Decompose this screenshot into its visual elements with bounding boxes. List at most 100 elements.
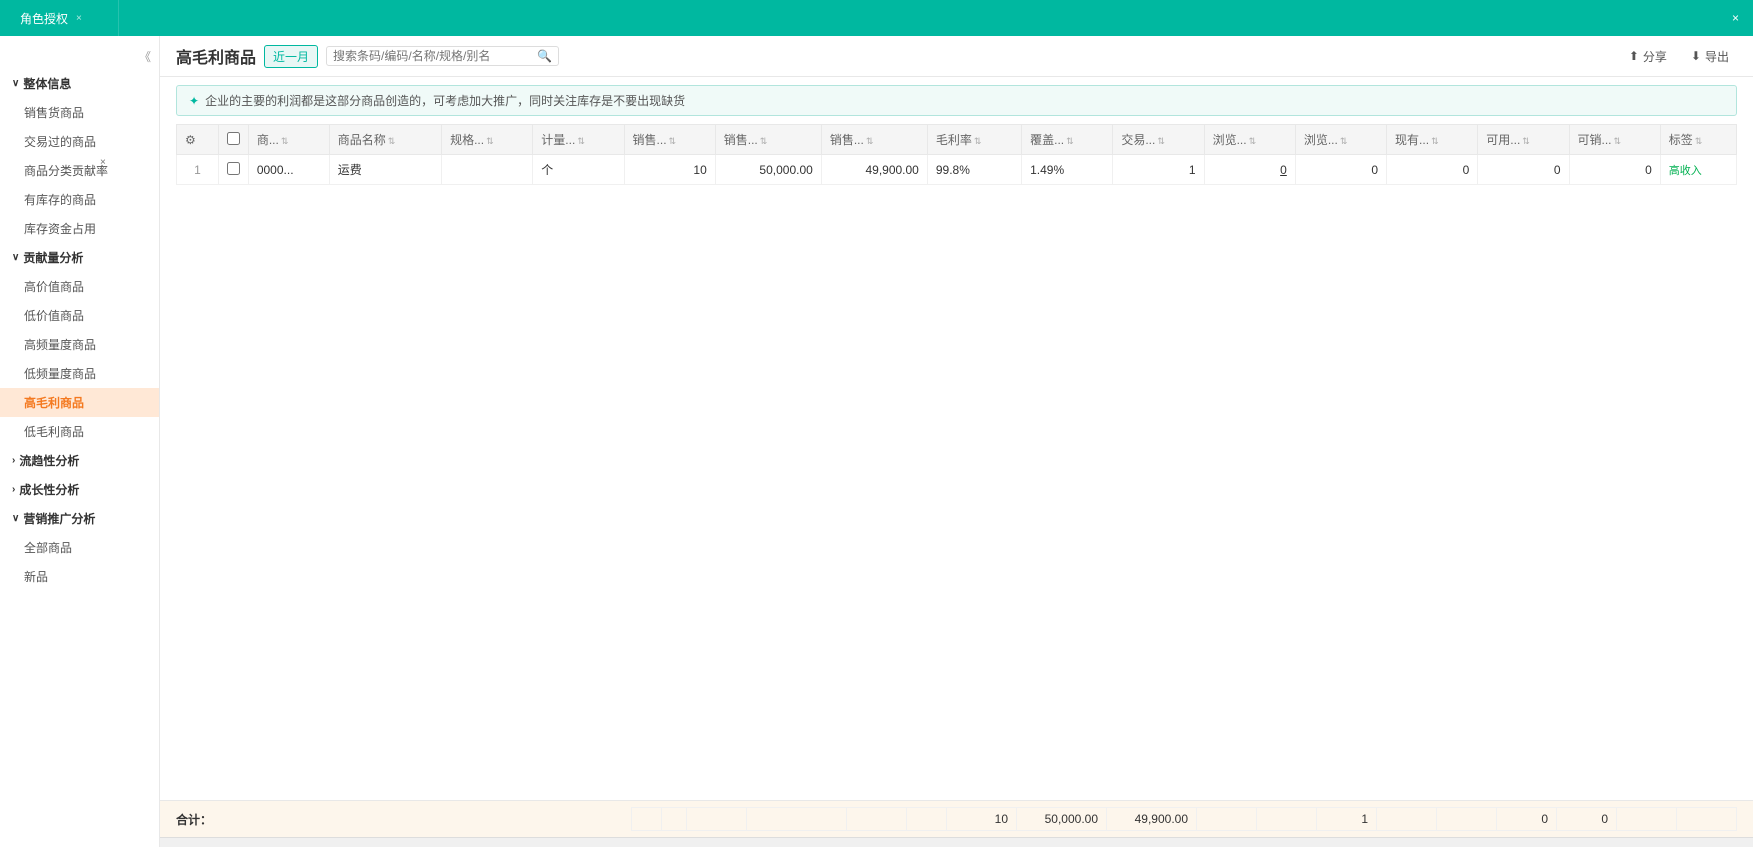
footer-cell-unit <box>907 808 947 831</box>
search-icon[interactable]: 🔍 <box>537 49 552 63</box>
scroll-area[interactable] <box>160 837 1753 847</box>
row-browse1[interactable]: 0 <box>1204 155 1295 185</box>
sidebar-section-growth[interactable]: › 成长性分析 <box>0 475 159 504</box>
row-code: 0000... <box>248 155 329 185</box>
row-tag: 高收入 <box>1660 155 1736 185</box>
sort-icon-browse2: ⇅ <box>1340 136 1348 146</box>
sort-icon-available: ⇅ <box>1522 136 1530 146</box>
col-header-coverage[interactable]: 覆盖...⇅ <box>1022 125 1113 155</box>
sidebar-section-asset-analysis[interactable]: ∨贡献量分析 <box>0 243 159 272</box>
sort-icon-trade: ⇅ <box>1157 136 1165 146</box>
col-header-unit[interactable]: 计量...⇅ <box>533 125 624 155</box>
section-label-marketing: 营销推广分析 <box>23 510 95 527</box>
footer-label: 合计： <box>176 811 212 828</box>
sidebar-item-all-goods[interactable]: 全部商品 <box>0 533 159 562</box>
col-header-checkbox <box>218 125 248 155</box>
footer-cell-checkbox <box>662 808 687 831</box>
sidebar-item-in-stock-goods[interactable]: 有库存的商品 <box>0 185 159 214</box>
sidebar-item-stock-share[interactable]: 库存资金占用 <box>0 214 159 243</box>
nav-item-角色授权[interactable]: 角色授权× <box>8 0 119 36</box>
col-header-spec[interactable]: 规格...⇅ <box>442 125 533 155</box>
table-container: ⚙商...⇅商品名称⇅规格...⇅计量...⇅销售...⇅销售...⇅销售...… <box>160 124 1753 800</box>
search-input[interactable] <box>333 49 533 63</box>
sort-icon-saleable: ⇅ <box>1614 136 1622 146</box>
footer-cell-browse1 <box>1377 808 1437 831</box>
section-arrow-trend: › <box>12 455 15 466</box>
top-nav: 首页销售单×进货单×权限设置×角色授权×产成品入库单×单据模板设置×商品分析×商… <box>0 0 1753 36</box>
footer-cell-code <box>687 808 747 831</box>
col-header-margin-rate[interactable]: 毛利率⇅ <box>927 125 1021 155</box>
sort-icon-margin-rate: ⇅ <box>974 136 982 146</box>
row-num: 1 <box>177 155 219 185</box>
table-row: 10000...运费个1050,000.0049,900.0099.8%1.49… <box>177 155 1737 185</box>
row-checkbox[interactable] <box>227 162 240 175</box>
col-header-browse2[interactable]: 浏览...⇅ <box>1295 125 1386 155</box>
filter-month-btn[interactable]: 近一月 <box>264 45 318 68</box>
hint-icon: ✦ <box>189 94 199 108</box>
window-controls: × <box>1726 9 1745 27</box>
row-spec <box>442 155 533 185</box>
section-label-asset-analysis: 贡献量分析 <box>23 249 83 266</box>
row-coverage: 1.49% <box>1022 155 1113 185</box>
col-header-sales-qty[interactable]: 销售...⇅ <box>624 125 715 155</box>
footer-cell-trade: 1 <box>1317 808 1377 831</box>
row-margin-rate: 99.8% <box>927 155 1021 185</box>
window-close[interactable]: × <box>1726 9 1745 27</box>
row-saleable: 0 <box>1569 155 1660 185</box>
footer-cell-sales-amount: 50,000.00 <box>1017 808 1107 831</box>
footer-cell-tag <box>1677 808 1737 831</box>
sidebar-item-low-value[interactable]: 低价值商品 <box>0 301 159 330</box>
export-btn[interactable]: ⬇ 导出 <box>1683 46 1737 67</box>
row-name: 运费 <box>329 155 441 185</box>
col-header-code[interactable]: 商...⇅ <box>248 125 329 155</box>
sidebar-item-low-freq[interactable]: 低频量度商品 <box>0 359 159 388</box>
data-table: ⚙商...⇅商品名称⇅规格...⇅计量...⇅销售...⇅销售...⇅销售...… <box>176 124 1737 185</box>
col-header-sales-cost[interactable]: 销售...⇅ <box>821 125 927 155</box>
section-arrow-growth: › <box>12 484 15 495</box>
nav-close-icon[interactable]: × <box>76 121 82 132</box>
sort-icon-spec: ⇅ <box>486 136 494 146</box>
share-btn[interactable]: ⬆ 分享 <box>1621 46 1675 67</box>
footer-cell-margin-rate <box>1197 808 1257 831</box>
nav-close-icon[interactable]: × <box>100 157 106 168</box>
col-header-current[interactable]: 现有...⇅ <box>1387 125 1478 155</box>
col-header-available[interactable]: 可用...⇅ <box>1478 125 1569 155</box>
sidebar-section-overall[interactable]: ∨整体信息 <box>0 69 159 98</box>
sidebar-item-high-freq[interactable]: 高频量度商品 <box>0 330 159 359</box>
col-header-name[interactable]: 商品名称⇅ <box>329 125 441 155</box>
share-icon: ⬆ <box>1629 49 1639 63</box>
footer-cell-saleable <box>1617 808 1677 831</box>
sidebar-item-goods-contribution[interactable]: 商品分类贡献率 <box>0 156 159 185</box>
section-arrow-marketing: ∨ <box>12 513 19 524</box>
section-label-overall: 整体信息 <box>23 75 71 92</box>
sort-icon-name: ⇅ <box>388 136 396 146</box>
footer-cell-coverage <box>1257 808 1317 831</box>
row-unit: 个 <box>533 155 624 185</box>
sidebar-item-low-margin[interactable]: 低毛利商品 <box>0 417 159 446</box>
col-header-saleable[interactable]: 可销...⇅ <box>1569 125 1660 155</box>
col-header-tag[interactable]: 标签⇅ <box>1660 125 1736 155</box>
footer-cell-browse2 <box>1437 808 1497 831</box>
nav-close-icon[interactable]: × <box>76 13 82 24</box>
footer-bar: 合计： 1050,000.0049,900.00100 <box>160 800 1753 837</box>
sidebar-item-new-goods[interactable]: 新品 <box>0 562 159 591</box>
table-body: 10000...运费个1050,000.0049,900.0099.8%1.49… <box>177 155 1737 185</box>
nav-close-icon[interactable]: × <box>100 49 106 60</box>
nav-close-icon[interactable]: × <box>100 85 106 96</box>
sidebar-section-trend[interactable]: ›流趋性分析 <box>0 446 159 475</box>
col-header-browse1[interactable]: 浏览...⇅ <box>1204 125 1295 155</box>
content-header: 高毛利商品 近一月 🔍 ⬆ 分享 ⬇ 导出 <box>160 36 1753 77</box>
col-header-settings: ⚙ <box>177 125 219 155</box>
select-all-checkbox[interactable] <box>227 132 240 145</box>
sidebar-item-high-value[interactable]: 高价值商品 <box>0 272 159 301</box>
hint-bar: ✦ 企业的主要的利润都是这部分商品创造的，可考虑加大推广，同时关注库存是不要出现… <box>176 85 1737 116</box>
sidebar-section-marketing[interactable]: ∨ 营销推广分析 <box>0 504 159 533</box>
sort-icon-sales-qty: ⇅ <box>669 136 677 146</box>
content-title: 高毛利商品 <box>176 44 256 68</box>
sidebar-item-high-margin[interactable]: 高毛利商品 <box>0 388 159 417</box>
col-header-trade[interactable]: 交易...⇅ <box>1113 125 1204 155</box>
sidebar-collapse-btn[interactable]: 《 <box>0 44 159 69</box>
col-header-sales-amount[interactable]: 销售...⇅ <box>715 125 821 155</box>
sort-icon-current: ⇅ <box>1431 136 1439 146</box>
section-label-growth: 成长性分析 <box>19 481 79 498</box>
